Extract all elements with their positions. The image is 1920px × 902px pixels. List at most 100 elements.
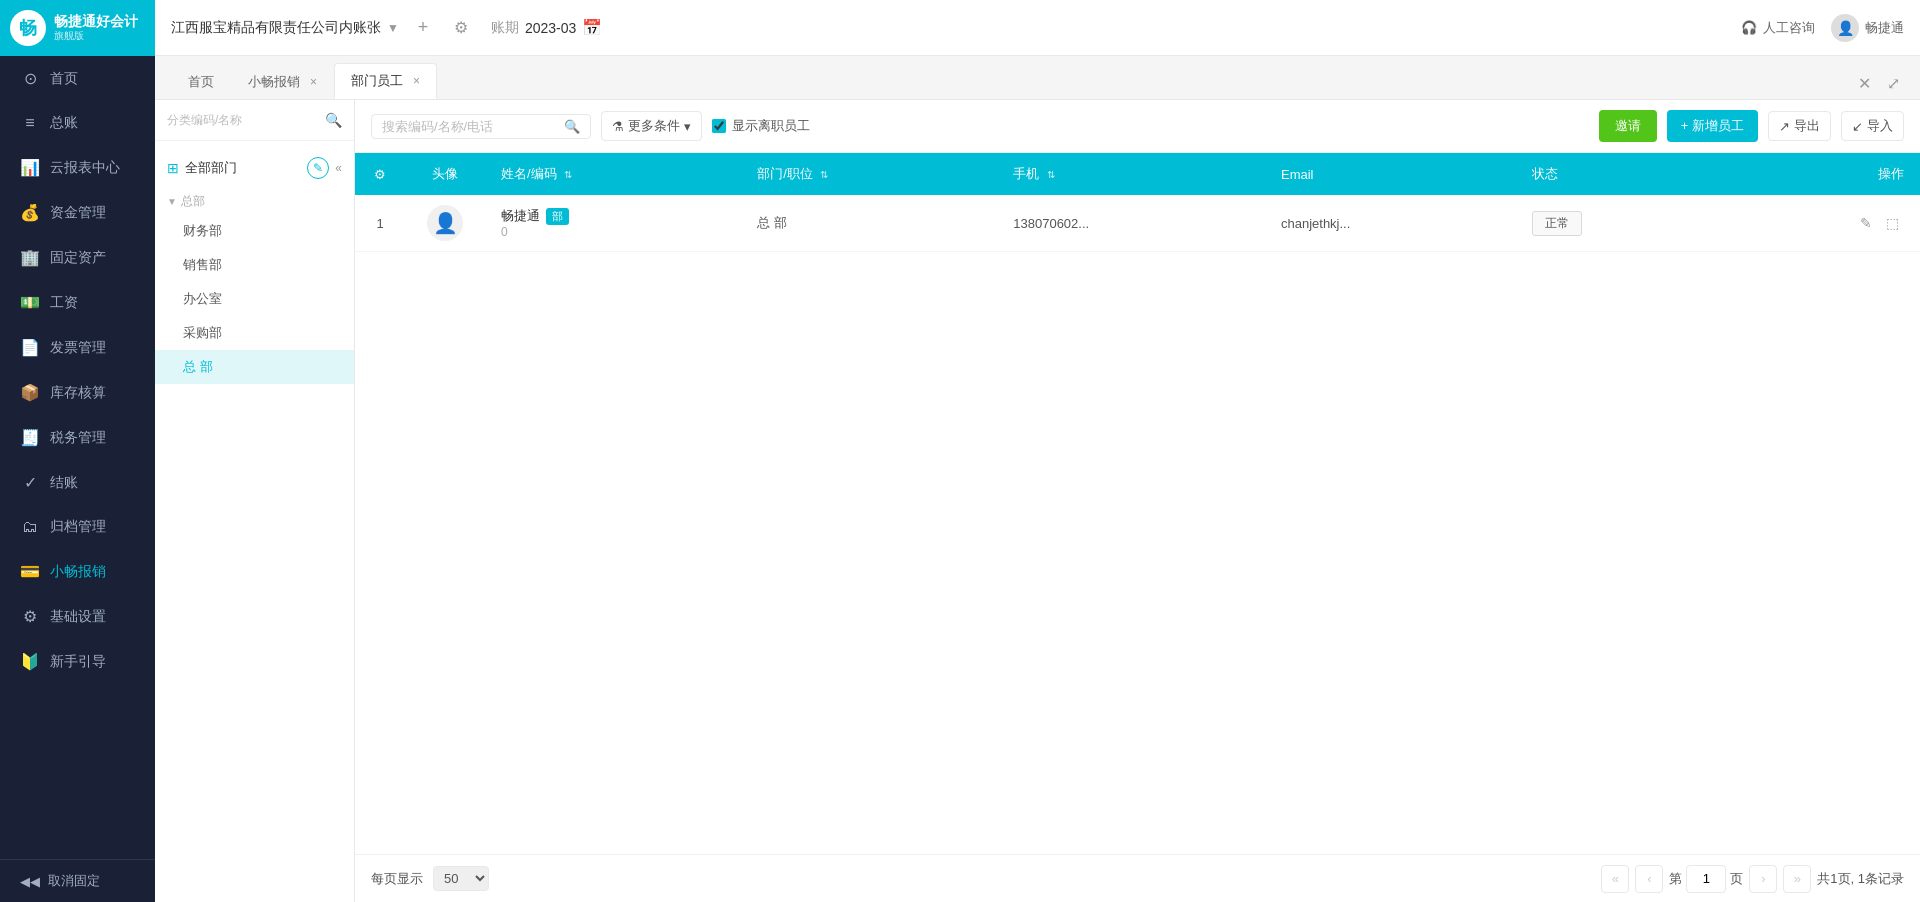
company-selector[interactable]: 江西服宝精品有限责任公司内账张 ▼ (171, 19, 399, 37)
export-icon: ↗ (1779, 119, 1790, 134)
sidebar-item-label-funds: 资金管理 (50, 204, 106, 222)
tabs-bar: 首页 小畅报销 × 部门员工 × ✕ ⤢ (155, 56, 1920, 100)
sidebar-item-funds[interactable]: 💰 资金管理 (0, 190, 155, 235)
tab-department[interactable]: 部门员工 × (334, 63, 437, 99)
resigned-checkbox-input[interactable] (712, 119, 726, 133)
tab-department-label: 部门员工 (351, 72, 403, 90)
row-status: 正常 (1516, 195, 1719, 252)
pin-label: 取消固定 (48, 872, 100, 890)
company-settings-button[interactable]: ⚙ (447, 14, 475, 42)
export-label: 导出 (1794, 117, 1820, 135)
sidebar-nav: ⊙ 首页 ≡ 总账 📊 云报表中心 💰 资金管理 🏢 固定资产 💵 工资 📄 发… (0, 56, 155, 859)
logout-employee-button[interactable]: ⬚ (1881, 212, 1904, 234)
tab-home[interactable]: 首页 (171, 63, 231, 99)
sidebar-item-archive[interactable]: 🗂 归档管理 (0, 505, 155, 549)
show-resigned-checkbox[interactable]: 显示离职员工 (712, 117, 810, 135)
table-body: 1 👤 畅捷通 部 0 总 部 (355, 195, 1920, 252)
add-company-button[interactable]: + (411, 16, 435, 40)
sidebar-item-expense[interactable]: 💳 小畅报销 (0, 549, 155, 594)
dept-item-purchase[interactable]: 采购部 (155, 316, 354, 350)
employee-name: 畅捷通 (501, 207, 540, 225)
add-employee-button[interactable]: + 新增员工 (1667, 110, 1758, 142)
sidebar-item-payroll[interactable]: 💵 工资 (0, 280, 155, 325)
sidebar-pin-toggle[interactable]: ◀◀ 取消固定 (0, 859, 155, 902)
filter-button[interactable]: ⚗ 更多条件 ▾ (601, 111, 702, 141)
sidebar-item-label-expense: 小畅报销 (50, 563, 106, 581)
prev-page-button[interactable]: ‹ (1635, 865, 1663, 893)
sidebar-item-ledger[interactable]: ≡ 总账 (0, 101, 155, 145)
employees-table-element: ⚙ 头像 姓名/编码 ⇅ 部门/职位 ⇅ (355, 153, 1920, 252)
dept-item-finance[interactable]: 财务部 (155, 214, 354, 248)
last-page-button[interactable]: » (1783, 865, 1811, 893)
user-menu[interactable]: 👤 畅捷通 (1831, 14, 1904, 42)
expand-tab-button[interactable]: ⤢ (1883, 74, 1904, 93)
dept-item-office[interactable]: 办公室 (155, 282, 354, 316)
page-navigation: « ‹ 第 页 › » 共1页, 1条记录 (1601, 865, 1904, 893)
dept-search-icon[interactable]: 🔍 (325, 112, 342, 128)
table-header: ⚙ 头像 姓名/编码 ⇅ 部门/职位 ⇅ (355, 153, 1920, 195)
sidebar-item-reports[interactable]: 📊 云报表中心 (0, 145, 155, 190)
next-page-button[interactable]: › (1749, 865, 1777, 893)
import-icon: ↙ (1852, 119, 1863, 134)
all-dept-header[interactable]: ⊞ 全部部门 ✎ « (155, 149, 354, 187)
toolbar-right-actions: 邀请 + 新增员工 ↗ 导出 ↙ 导入 (1599, 110, 1904, 142)
period-selector[interactable]: 账期 2023-03 📅 (491, 18, 602, 37)
topbar: 江西服宝精品有限责任公司内账张 ▼ + ⚙ 账期 2023-03 📅 🎧 人工咨… (155, 0, 1920, 56)
tab-expense[interactable]: 小畅报销 × (231, 63, 334, 99)
sidebar-item-label-home: 首页 (50, 70, 78, 88)
th-name[interactable]: 姓名/编码 ⇅ (485, 153, 741, 195)
th-dept[interactable]: 部门/职位 ⇅ (741, 153, 997, 195)
close-tab-button[interactable]: ✕ (1854, 74, 1875, 93)
group-label-text: 总部 (181, 193, 205, 210)
dept-item-head[interactable]: 总 部 (155, 350, 354, 384)
dept-edit-button[interactable]: ✎ (307, 157, 329, 179)
edit-employee-button[interactable]: ✎ (1855, 212, 1877, 234)
sidebar-item-label-guide: 新手引导 (50, 653, 106, 671)
page-size-label: 每页显示 (371, 870, 423, 888)
dept-search-input[interactable] (167, 113, 319, 127)
employee-avatar: 👤 (427, 205, 463, 241)
dept-item-sales[interactable]: 销售部 (155, 248, 354, 282)
payroll-icon: 💵 (20, 293, 40, 312)
th-mobile[interactable]: 手机 ⇅ (997, 153, 1265, 195)
sidebar-item-guide[interactable]: 🔰 新手引导 (0, 639, 155, 684)
employee-dept-badge: 部 (546, 208, 569, 225)
invite-button[interactable]: 邀请 (1599, 110, 1657, 142)
sidebar-item-label-inventory: 库存核算 (50, 384, 106, 402)
row-dept: 总 部 (741, 195, 997, 252)
employee-search-bar[interactable]: 🔍 (371, 114, 591, 139)
sidebar-item-tax[interactable]: 🧾 税务管理 (0, 415, 155, 460)
logo-text-block: 畅捷通好会计 旗舰版 (54, 13, 138, 44)
sidebar: 畅 畅捷通好会计 旗舰版 ⊙ 首页 ≡ 总账 📊 云报表中心 💰 资金管理 🏢 … (0, 0, 155, 902)
first-page-button[interactable]: « (1601, 865, 1629, 893)
sidebar-item-invoice[interactable]: 📄 发票管理 (0, 325, 155, 370)
employee-search-input[interactable] (382, 119, 558, 134)
tab-expense-close[interactable]: × (310, 76, 317, 88)
page-size-select[interactable]: 50 10 20 100 (433, 866, 489, 891)
page-number-input[interactable] (1686, 865, 1726, 893)
export-button[interactable]: ↗ 导出 (1768, 111, 1831, 141)
sidebar-logo[interactable]: 畅 畅捷通好会计 旗舰版 (0, 0, 155, 56)
dept-collapse-icon[interactable]: « (335, 161, 342, 175)
dept-panel: 🔍 ⊞ 全部部门 ✎ « ▼ 总部 财务部 销售部 办公室 采购部 总 部 (155, 100, 355, 902)
company-dropdown-arrow: ▼ (387, 21, 399, 35)
filter-arrow-icon: ▾ (684, 119, 691, 134)
sidebar-item-checkout[interactable]: ✓ 结账 (0, 460, 155, 505)
th-settings[interactable]: ⚙ (355, 153, 405, 195)
service-button[interactable]: 🎧 人工咨询 (1741, 19, 1815, 37)
employee-search-icon[interactable]: 🔍 (564, 119, 580, 134)
avatar: 👤 (1831, 14, 1859, 42)
main-area: 江西服宝精品有限责任公司内账张 ▼ + ⚙ 账期 2023-03 📅 🎧 人工咨… (155, 0, 1920, 902)
status-badge: 正常 (1532, 211, 1582, 236)
settings-gear-icon[interactable]: ⚙ (374, 167, 386, 182)
home-icon: ⊙ (20, 69, 40, 88)
sidebar-item-assets[interactable]: 🏢 固定资产 (0, 235, 155, 280)
calendar-icon[interactable]: 📅 (582, 18, 602, 37)
tab-department-close[interactable]: × (413, 75, 420, 87)
sidebar-item-label-settings: 基础设置 (50, 608, 106, 626)
sidebar-item-inventory[interactable]: 📦 库存核算 (0, 370, 155, 415)
import-button[interactable]: ↙ 导入 (1841, 111, 1904, 141)
sidebar-item-settings[interactable]: ⚙ 基础设置 (0, 594, 155, 639)
sidebar-item-home[interactable]: ⊙ 首页 (0, 56, 155, 101)
tax-icon: 🧾 (20, 428, 40, 447)
